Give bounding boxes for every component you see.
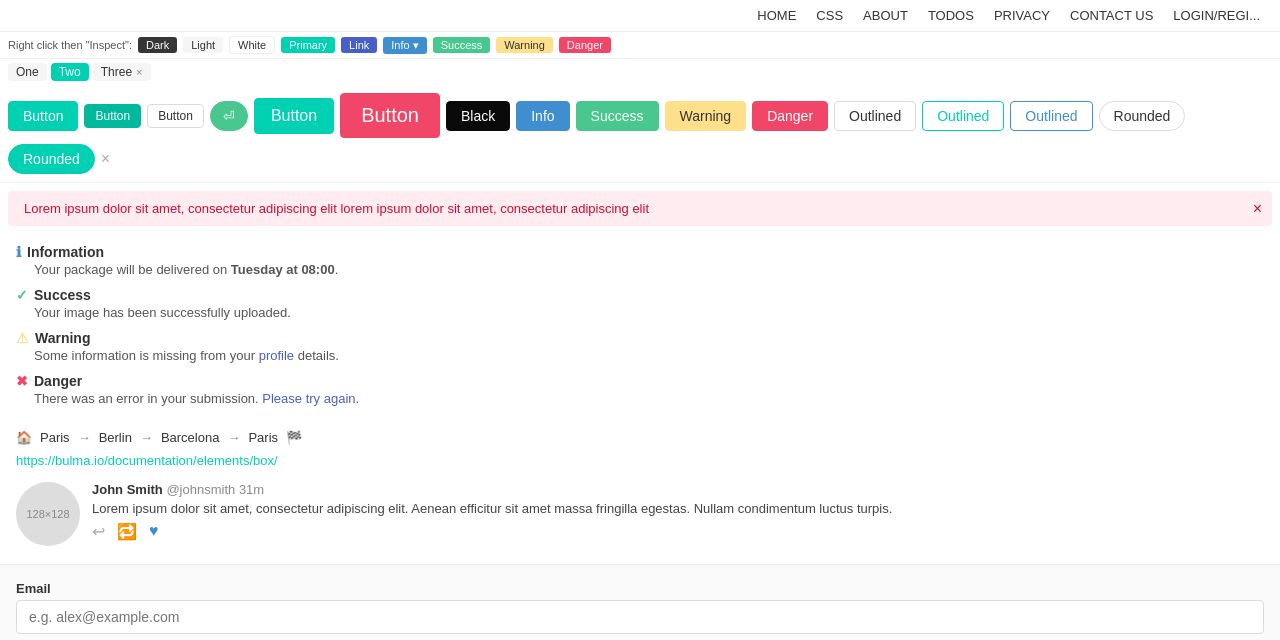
inspect-label: Right click then "Inspect": (8, 39, 132, 51)
email-input[interactable] (16, 600, 1264, 634)
badge-danger[interactable]: Danger (559, 37, 611, 53)
badge-dark[interactable]: Dark (138, 37, 177, 53)
tweet-text: Lorem ipsum dolor sit amet, consectetur … (92, 501, 1264, 516)
notif-information: ℹ Information Your package will be deliv… (16, 244, 1264, 277)
button-black[interactable]: Black (446, 101, 510, 131)
button-icon[interactable]: ⏎ (210, 101, 248, 131)
badge-primary[interactable]: Primary (281, 37, 335, 53)
button-outlined[interactable]: Outlined (834, 101, 916, 131)
nav-todos[interactable]: TODOS (928, 8, 974, 23)
button-rounded[interactable]: Rounded (1099, 101, 1186, 131)
trail-berlin: Berlin (99, 430, 132, 445)
tweet-body: John Smith @johnsmith 31m Lorem ipsum do… (92, 482, 1264, 546)
main-link-section: https://bulma.io/documentation/elements/… (0, 449, 1280, 472)
warning-icon: ⚠ (16, 330, 29, 346)
notif-warning-title: ⚠ Warning (16, 330, 1264, 346)
button-outlined-info[interactable]: Outlined (1010, 101, 1092, 131)
button-medium[interactable]: Button (254, 98, 334, 134)
trail-arrow-1: → (78, 430, 91, 445)
button-primary-dark[interactable]: Button (84, 104, 141, 128)
badge-warning[interactable]: Warning (496, 37, 553, 53)
nav-home[interactable]: HOME (757, 8, 796, 23)
email-group: Email (16, 581, 1264, 634)
tag-close[interactable]: × (136, 66, 142, 78)
button-success[interactable]: Success (576, 101, 659, 131)
danger-link[interactable]: Please try again (262, 391, 355, 406)
button-row: Button Button Button ⏎ Button Button Bla… (0, 85, 1280, 183)
like-icon[interactable]: ♥ (149, 522, 159, 541)
tweet-handle: @johnsmith (166, 482, 235, 497)
button-outlined-primary[interactable]: Outlined (922, 101, 1004, 131)
button-warning[interactable]: Warning (665, 101, 747, 131)
nav-css[interactable]: CSS (816, 8, 843, 23)
login-link[interactable]: LOGIN/REGI... (1173, 8, 1260, 23)
trail-paris-2: Paris (248, 430, 278, 445)
notif-success-text: Your image has been successfully uploade… (16, 305, 1264, 320)
nav-privacy[interactable]: PRIVACY (994, 8, 1050, 23)
tweet-time: 31m (239, 482, 264, 497)
success-icon: ✓ (16, 287, 28, 303)
alert-close[interactable]: × (1253, 200, 1262, 218)
notif-warning: ⚠ Warning Some information is missing fr… (16, 330, 1264, 363)
trail-arrow-2: → (140, 430, 153, 445)
button-danger[interactable]: Danger (752, 101, 828, 131)
info-icon: ℹ (16, 244, 21, 260)
notif-success-title: ✓ Success (16, 287, 1264, 303)
top-nav: HOME CSS ABOUT TODOS PRIVACY CONTACT US … (0, 0, 1280, 32)
notif-success: ✓ Success Your image has been successful… (16, 287, 1264, 320)
button-large[interactable]: Button (340, 93, 440, 138)
tag-row: One Two Three × (0, 59, 1280, 85)
tweet-name: John Smith (92, 482, 163, 497)
tweet-header: John Smith @johnsmith 31m (92, 482, 1264, 497)
danger-icon: ✖ (16, 373, 28, 389)
button-primary[interactable]: Button (8, 101, 78, 131)
notifications: ℹ Information Your package will be deliv… (0, 234, 1280, 426)
inspect-bar: Right click then "Inspect": Dark Light W… (0, 32, 1280, 59)
tweet: 128×128 John Smith @johnsmith 31m Lorem … (0, 472, 1280, 556)
trail: 🏠 Paris → Berlin → Barcelona → Paris 🏁 (0, 426, 1280, 449)
badge-light[interactable]: Light (183, 37, 223, 53)
bulma-link[interactable]: https://bulma.io/documentation/elements/… (16, 453, 278, 468)
trail-flag: 🏁 (286, 430, 302, 445)
badge-info[interactable]: Info ▾ (383, 37, 426, 54)
trail-paris: Paris (40, 430, 70, 445)
nav-contact[interactable]: CONTACT US (1070, 8, 1153, 23)
button-info[interactable]: Info (516, 101, 569, 131)
button-rounded-primary[interactable]: Rounded (8, 144, 95, 174)
badge-success[interactable]: Success (433, 37, 491, 53)
notif-warning-text: Some information is missing from your pr… (16, 348, 1264, 363)
warning-link[interactable]: profile (259, 348, 294, 363)
tag-three: Three × (93, 63, 151, 81)
avatar: 128×128 (16, 482, 80, 546)
button-small[interactable]: Button (147, 104, 204, 128)
button-x[interactable]: × (101, 150, 110, 168)
notif-danger: ✖ Danger There was an error in your subm… (16, 373, 1264, 406)
tag-one: One (8, 63, 47, 81)
notif-danger-text: There was an error in your submission. P… (16, 391, 1264, 406)
retweet-icon[interactable]: 🔁 (117, 522, 137, 541)
trail-arrow-3: → (227, 430, 240, 445)
notif-danger-title: ✖ Danger (16, 373, 1264, 389)
badge-link[interactable]: Link (341, 37, 377, 53)
notif-info-text: Your package will be delivered on Tuesda… (16, 262, 1264, 277)
trail-icon: 🏠 (16, 430, 32, 445)
alert-text: Lorem ipsum dolor sit amet, consectetur … (24, 201, 649, 216)
trail-barcelona: Barcelona (161, 430, 220, 445)
notif-info-title: ℹ Information (16, 244, 1264, 260)
tweet-actions[interactable]: ↩ 🔁 ♥ (92, 522, 1264, 541)
alert-danger: Lorem ipsum dolor sit amet, consectetur … (8, 191, 1272, 226)
reply-icon[interactable]: ↩ (92, 522, 105, 541)
email-label: Email (16, 581, 1264, 596)
form-section: Email Password Sign in (0, 564, 1280, 640)
tag-two: Two (51, 63, 89, 81)
nav-about[interactable]: ABOUT (863, 8, 908, 23)
badge-white[interactable]: White (229, 36, 275, 54)
